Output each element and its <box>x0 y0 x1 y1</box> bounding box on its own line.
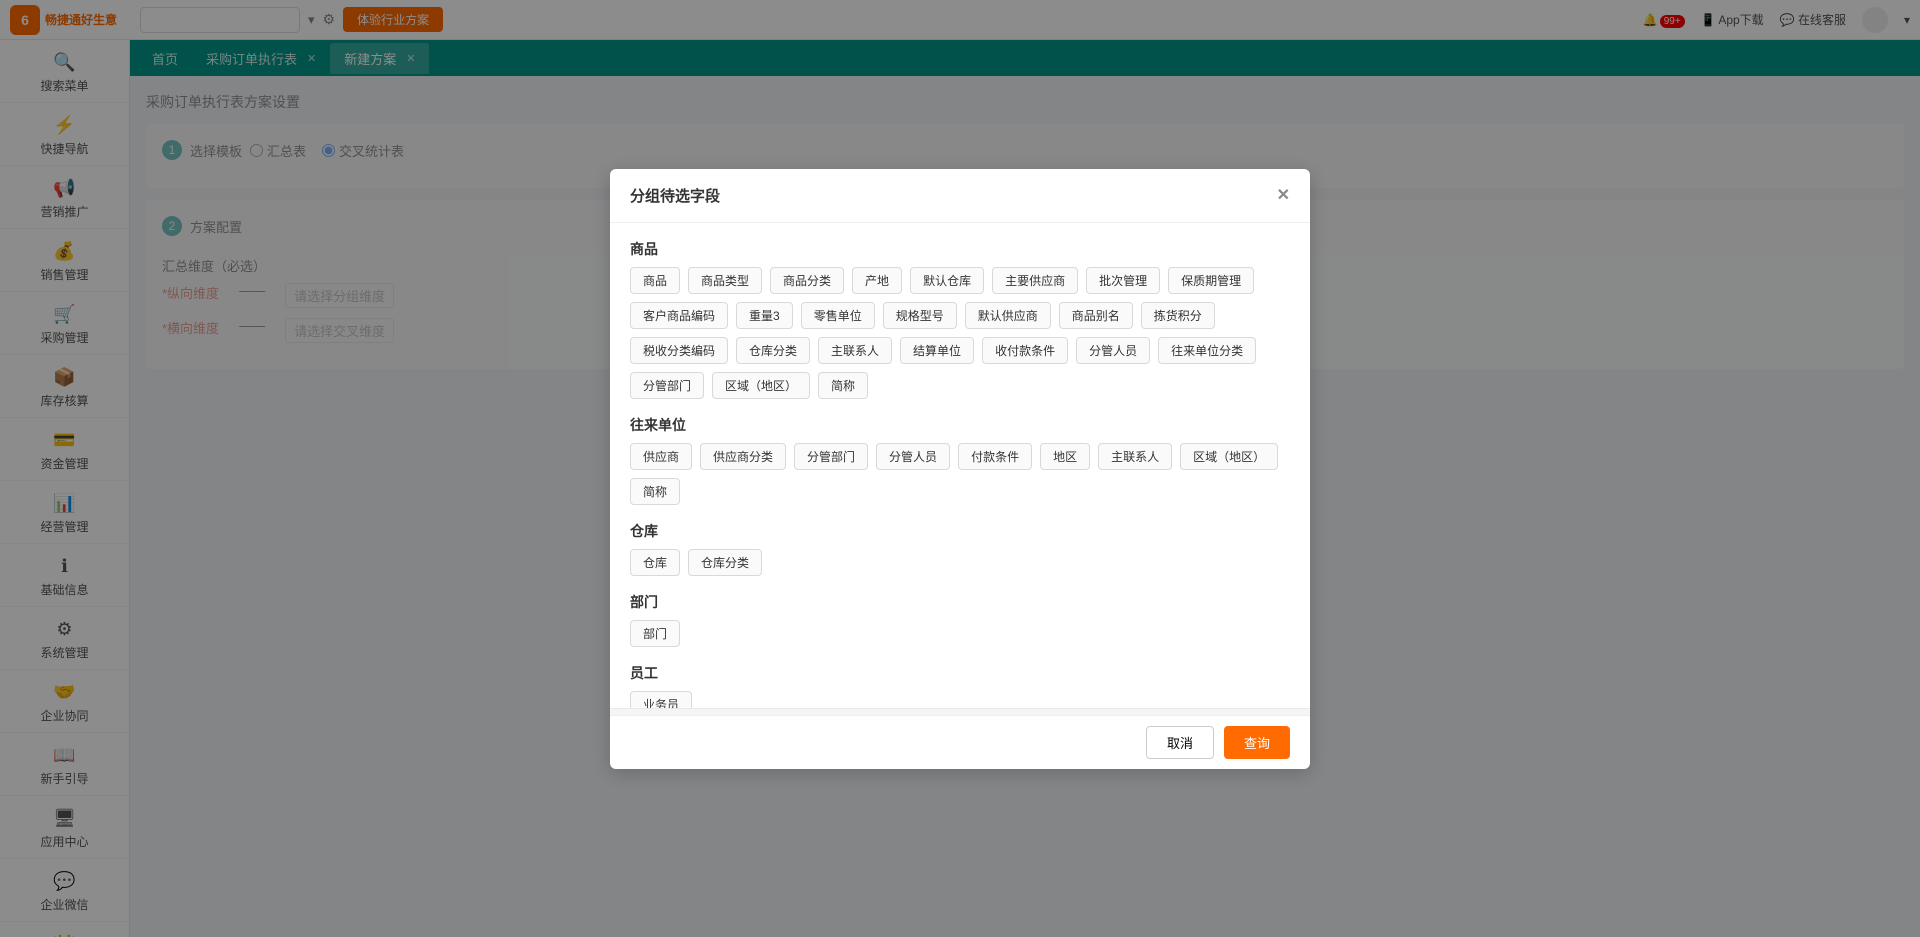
field-section-3: 部门部门 <box>630 592 1290 647</box>
field-tag-0-18[interactable]: 结算单位 <box>900 337 974 364</box>
field-tag-3-0[interactable]: 部门 <box>630 620 680 647</box>
field-tag-1-6[interactable]: 主联系人 <box>1098 443 1172 470</box>
field-tag-0-13[interactable]: 商品别名 <box>1059 302 1133 329</box>
field-tag-0-15[interactable]: 税收分类编码 <box>630 337 728 364</box>
field-tags-3: 部门 <box>630 620 1290 647</box>
field-tag-0-11[interactable]: 规格型号 <box>883 302 957 329</box>
field-tags-4: 业务员 <box>630 691 1290 709</box>
section-title-2: 仓库 <box>630 521 1290 541</box>
field-tag-0-1[interactable]: 商品类型 <box>688 267 762 294</box>
field-tag-1-3[interactable]: 分管人员 <box>876 443 950 470</box>
confirm-button[interactable]: 查询 <box>1224 726 1290 759</box>
field-tag-0-19[interactable]: 收付款条件 <box>982 337 1068 364</box>
modal-overlay: 分组待选字段 ✕ 商品商品商品类型商品分类产地默认仓库主要供应商批次管理保质期管… <box>0 0 1920 937</box>
field-tag-0-4[interactable]: 默认仓库 <box>910 267 984 294</box>
field-tag-4-0[interactable]: 业务员 <box>630 691 692 709</box>
field-tag-1-5[interactable]: 地区 <box>1040 443 1090 470</box>
section-title-3: 部门 <box>630 592 1290 612</box>
modal-footer: 取消 查询 <box>610 715 1310 769</box>
field-tags-0: 商品商品类型商品分类产地默认仓库主要供应商批次管理保质期管理客户商品编码重量3 零… <box>630 267 1290 399</box>
field-tag-2-0[interactable]: 仓库 <box>630 549 680 576</box>
field-tag-1-0[interactable]: 供应商 <box>630 443 692 470</box>
section-title-1: 往来单位 <box>630 415 1290 435</box>
modal: 分组待选字段 ✕ 商品商品商品类型商品分类产地默认仓库主要供应商批次管理保质期管… <box>610 169 1310 769</box>
field-tag-0-24[interactable]: 简称 <box>818 372 868 399</box>
modal-body: 商品商品商品类型商品分类产地默认仓库主要供应商批次管理保质期管理客户商品编码重量… <box>610 223 1310 709</box>
field-tags-1: 供应商供应商分类分管部门分管人员付款条件地区主联系人区域（地区） 简称 <box>630 443 1290 505</box>
field-tag-0-16[interactable]: 仓库分类 <box>736 337 810 364</box>
field-section-1: 往来单位供应商供应商分类分管部门分管人员付款条件地区主联系人区域（地区） 简称 <box>630 415 1290 505</box>
field-tag-0-8[interactable]: 客户商品编码 <box>630 302 728 329</box>
field-tag-0-5[interactable]: 主要供应商 <box>992 267 1078 294</box>
field-tag-0-0[interactable]: 商品 <box>630 267 680 294</box>
field-tag-1-8[interactable]: 简称 <box>630 478 680 505</box>
field-tag-0-2[interactable]: 商品分类 <box>770 267 844 294</box>
field-tag-0-3[interactable]: 产地 <box>852 267 902 294</box>
field-section-0: 商品商品商品类型商品分类产地默认仓库主要供应商批次管理保质期管理客户商品编码重量… <box>630 239 1290 399</box>
field-tag-0-23[interactable]: 区域（地区） <box>712 372 810 399</box>
field-tag-2-1[interactable]: 仓库分类 <box>688 549 762 576</box>
section-title-0: 商品 <box>630 239 1290 259</box>
field-tag-1-2[interactable]: 分管部门 <box>794 443 868 470</box>
field-tag-0-21[interactable]: 往来单位分类 <box>1158 337 1256 364</box>
modal-title: 分组待选字段 <box>630 185 720 206</box>
modal-header: 分组待选字段 ✕ <box>610 169 1310 223</box>
field-tag-1-7[interactable]: 区域（地区） <box>1180 443 1278 470</box>
field-tag-0-22[interactable]: 分管部门 <box>630 372 704 399</box>
field-tag-0-14[interactable]: 拣货积分 <box>1141 302 1215 329</box>
section-title-4: 员工 <box>630 663 1290 683</box>
field-tag-0-10[interactable]: 零售单位 <box>801 302 875 329</box>
cancel-button[interactable]: 取消 <box>1146 726 1214 759</box>
field-tag-1-1[interactable]: 供应商分类 <box>700 443 786 470</box>
modal-close-icon[interactable]: ✕ <box>1277 185 1290 205</box>
field-tag-0-7[interactable]: 保质期管理 <box>1168 267 1254 294</box>
field-tag-1-4[interactable]: 付款条件 <box>958 443 1032 470</box>
field-section-4: 员工业务员 <box>630 663 1290 709</box>
field-section-2: 仓库仓库仓库分类 <box>630 521 1290 576</box>
field-tags-2: 仓库仓库分类 <box>630 549 1290 576</box>
field-tag-0-9[interactable]: 重量3 <box>736 302 793 329</box>
field-tag-0-20[interactable]: 分管人员 <box>1076 337 1150 364</box>
field-tag-0-6[interactable]: 批次管理 <box>1086 267 1160 294</box>
field-tag-0-17[interactable]: 主联系人 <box>818 337 892 364</box>
field-tag-0-12[interactable]: 默认供应商 <box>965 302 1051 329</box>
